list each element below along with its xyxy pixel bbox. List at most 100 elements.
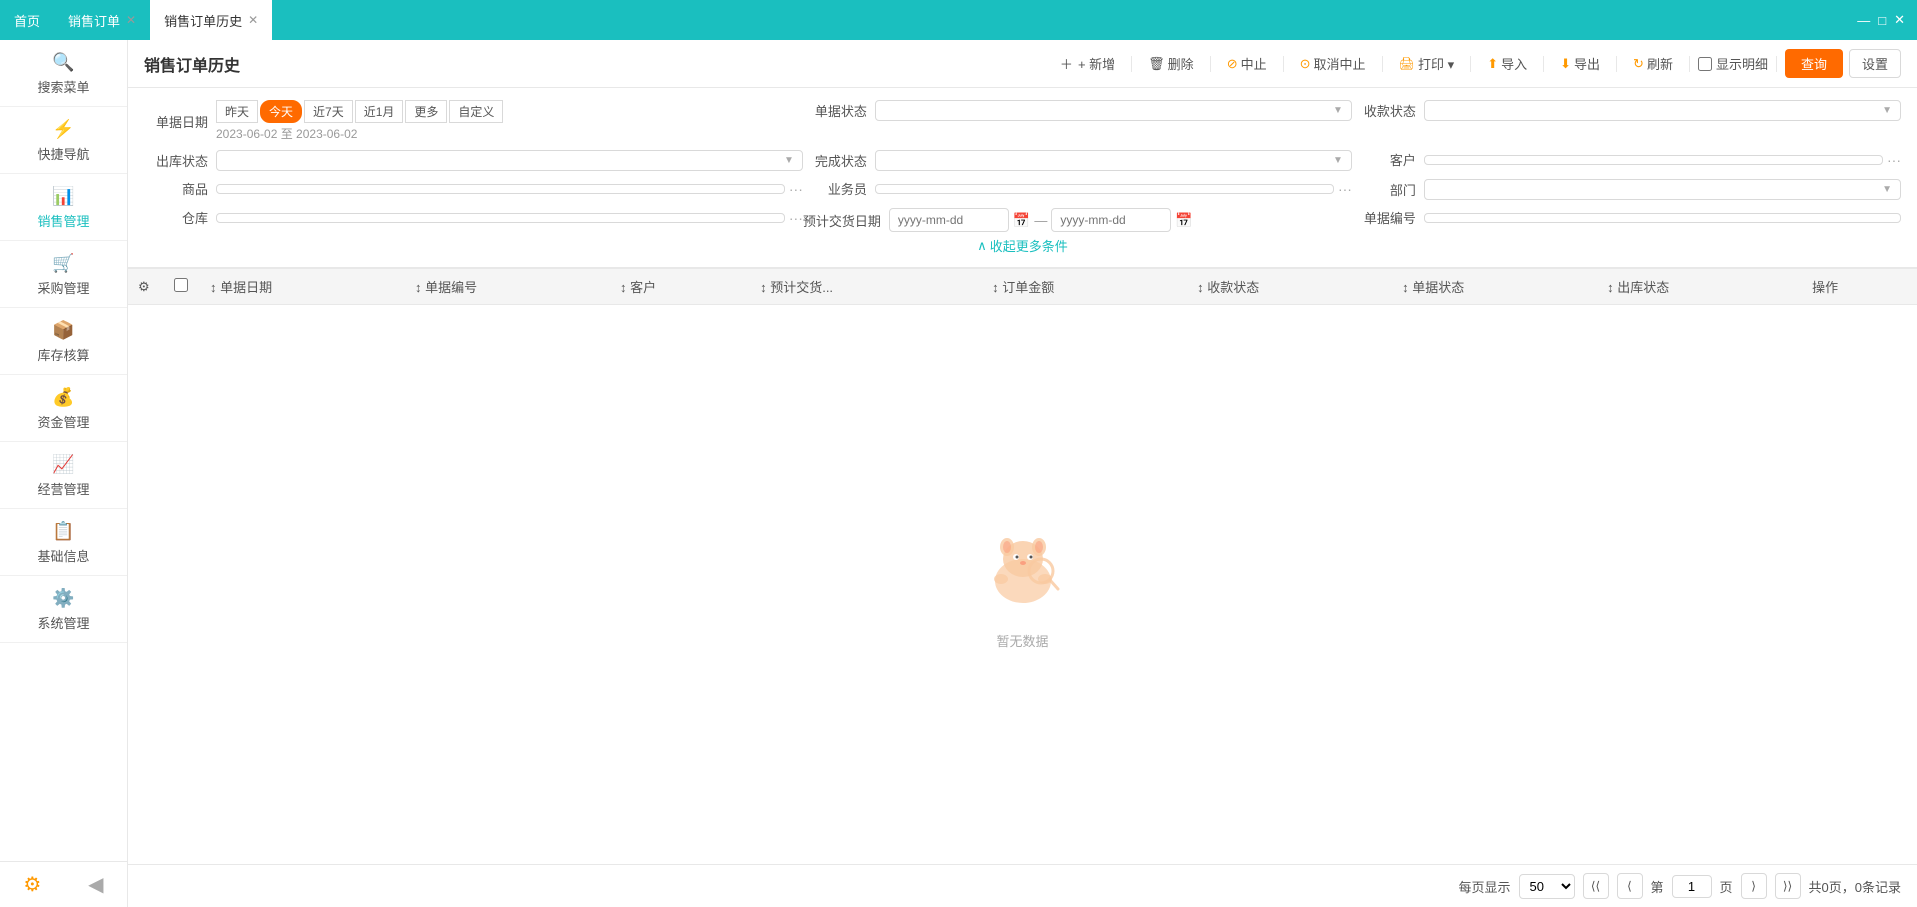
select-all-checkbox[interactable]	[174, 278, 188, 292]
page-input[interactable]	[1672, 875, 1712, 898]
th-out-status[interactable]: ↕ 出库状态	[1597, 269, 1802, 305]
tab-sales-order-close[interactable]: ✕	[126, 13, 136, 27]
customer-cell: 客户 ···	[1352, 150, 1901, 169]
last-page-btn[interactable]: ⟩⟩	[1775, 873, 1801, 899]
sidebar-item-system[interactable]: ⚙️ 系统管理	[0, 576, 127, 643]
show-detail-label[interactable]: 显示明细	[1698, 54, 1768, 73]
cancel-stop-button[interactable]: ⊙ 取消中止	[1292, 50, 1374, 77]
close-window-icon[interactable]: ✕	[1894, 12, 1905, 28]
divider-5	[1470, 56, 1471, 72]
basic-info-icon: 📋	[52, 521, 74, 542]
dept-select[interactable]: ▼	[1424, 179, 1901, 200]
bill-status-select[interactable]: ▼	[875, 100, 1352, 121]
show-detail-checkbox[interactable]	[1698, 57, 1712, 71]
refresh-button[interactable]: ↻ 刷新	[1625, 50, 1681, 77]
th-bill-status[interactable]: ↕ 单据状态	[1392, 269, 1597, 305]
divider-9	[1776, 56, 1777, 72]
goods-input[interactable]	[216, 184, 785, 194]
warehouse-input[interactable]	[216, 213, 785, 223]
page-unit: 页	[1720, 877, 1733, 896]
delete-button[interactable]: 🗑 删除	[1140, 50, 1202, 77]
calendar-from-icon[interactable]: 📅	[1013, 212, 1030, 229]
th-amount[interactable]: ↕ 订单金额	[982, 269, 1187, 305]
tab-sales-order[interactable]: 销售订单 ✕	[54, 0, 150, 40]
sidebar-item-purchase[interactable]: 🛒 采购管理	[0, 241, 127, 308]
salesman-ellipsis[interactable]: ···	[1338, 181, 1352, 197]
divider-4	[1382, 56, 1383, 72]
goods-ellipsis[interactable]: ···	[789, 181, 803, 197]
quick-nav-icon: ⚡	[52, 119, 74, 140]
divider-1	[1131, 56, 1132, 72]
th-customer[interactable]: ↕ 客户	[610, 269, 750, 305]
customer-input-group: ···	[1424, 152, 1901, 168]
goods-cell: 商品 ···	[144, 179, 803, 198]
sidebar-item-basic-info[interactable]: 📋 基础信息	[0, 509, 127, 576]
date-btn-yesterday[interactable]: 昨天	[216, 100, 258, 123]
settings-button[interactable]: 设置	[1849, 49, 1901, 78]
salesman-input[interactable]	[875, 184, 1334, 194]
th-bill-status-label: ↕ 单据状态	[1402, 280, 1464, 295]
customer-ellipsis[interactable]: ···	[1887, 152, 1901, 168]
maximize-icon[interactable]: □	[1878, 13, 1886, 28]
purchase-icon: 🛒	[52, 253, 74, 274]
sidebar-item-finance[interactable]: 💰 资金管理	[0, 375, 127, 442]
date-range-text: 2023-06-02 至 2023-06-02	[216, 125, 803, 142]
pagination: 每页显示 50 20 100 ⟨⟨ ⟨ 第 页 ⟩ ⟩⟩ 共0页，0条记录	[128, 864, 1917, 907]
refresh-icon: ↻	[1633, 56, 1644, 72]
complete-select[interactable]: ▼	[875, 150, 1352, 171]
sidebar-item-sales[interactable]: 📊 销售管理	[0, 174, 127, 241]
customer-input[interactable]	[1424, 155, 1883, 165]
order-no-input[interactable]	[1424, 213, 1901, 223]
print-button[interactable]: 🖨 打印 ▾	[1391, 50, 1463, 77]
out-stock-select[interactable]: ▼	[216, 150, 803, 171]
minimize-icon[interactable]: —	[1857, 13, 1870, 28]
delivery-date-to[interactable]	[1051, 208, 1171, 232]
query-button[interactable]: 查询	[1785, 49, 1843, 78]
sidebar-item-search[interactable]: 🔍 搜索菜单	[0, 40, 127, 107]
export-button[interactable]: ⬇ 导出	[1552, 50, 1608, 77]
th-action: 操作	[1802, 269, 1917, 305]
date-filter-input: 昨天 今天 近7天 近1月 更多 自定义 2023-06-02 至 2023-0…	[216, 100, 803, 142]
th-date[interactable]: ↕ 单据日期	[200, 269, 405, 305]
sidebar-item-operations[interactable]: 📈 经营管理	[0, 442, 127, 509]
sidebar-item-quick-nav[interactable]: ⚡ 快捷导航	[0, 107, 127, 174]
bill-status-cell: 单据状态 ▼	[803, 100, 1352, 121]
page-size-select[interactable]: 50 20 100	[1519, 874, 1575, 899]
column-settings-icon[interactable]: ⚙	[138, 279, 150, 294]
filter-area: 单据日期 昨天 今天 近7天 近1月 更多 自定义 2023-06-02 至 2…	[128, 88, 1917, 268]
delivery-date-from[interactable]	[889, 208, 1009, 232]
finance-icon: 💰	[52, 387, 74, 408]
export-icon: ⬇	[1560, 56, 1571, 72]
date-btn-more[interactable]: 更多	[405, 100, 447, 123]
settings-bottom-icon[interactable]: ⚙	[23, 872, 41, 897]
sidebar-item-inventory[interactable]: 📦 库存核算	[0, 308, 127, 375]
delivery-date-group: 📅 — 📅	[889, 208, 1193, 232]
date-separator: —	[1034, 213, 1047, 228]
warehouse-ellipsis[interactable]: ···	[789, 210, 803, 226]
collapse-btn[interactable]: ∧ 收起更多条件	[977, 236, 1068, 255]
receipt-status-label: 收款状态	[1352, 101, 1424, 120]
first-page-btn[interactable]: ⟨⟨	[1583, 873, 1609, 899]
stop-button[interactable]: ⊘ 中止	[1219, 50, 1275, 77]
tab-home[interactable]: 首页	[0, 0, 54, 40]
date-btn-1month[interactable]: 近1月	[355, 100, 404, 123]
th-receipt-status[interactable]: ↕ 收款状态	[1187, 269, 1392, 305]
collapse-sidebar-icon[interactable]: ◀	[88, 872, 103, 897]
dept-cell: 部门 ▼	[1352, 179, 1901, 200]
th-no[interactable]: ↕ 单据编号	[405, 269, 610, 305]
date-btn-custom[interactable]: 自定义	[449, 100, 503, 123]
next-page-btn[interactable]: ⟩	[1741, 873, 1767, 899]
search-icon: 🔍	[52, 52, 74, 73]
import-button[interactable]: ⬆ 导入	[1479, 50, 1535, 77]
th-delivery[interactable]: ↕ 预计交货...	[750, 269, 982, 305]
calendar-to-icon[interactable]: 📅	[1175, 212, 1192, 229]
date-btn-7days[interactable]: 近7天	[304, 100, 353, 123]
delete-icon: 🗑	[1148, 56, 1165, 72]
tab-sales-history[interactable]: 销售订单历史 ✕	[150, 0, 272, 40]
tab-sales-history-close[interactable]: ✕	[248, 13, 258, 27]
new-button[interactable]: ＋ + 新增	[1052, 50, 1123, 77]
date-btn-today[interactable]: 今天	[260, 100, 302, 123]
prev-page-btn[interactable]: ⟨	[1617, 873, 1643, 899]
receipt-status-select[interactable]: ▼	[1424, 100, 1901, 121]
table-container: ⚙ ↕ 单据日期 ↕ 单据编号 ↕ 客户	[128, 268, 1917, 864]
